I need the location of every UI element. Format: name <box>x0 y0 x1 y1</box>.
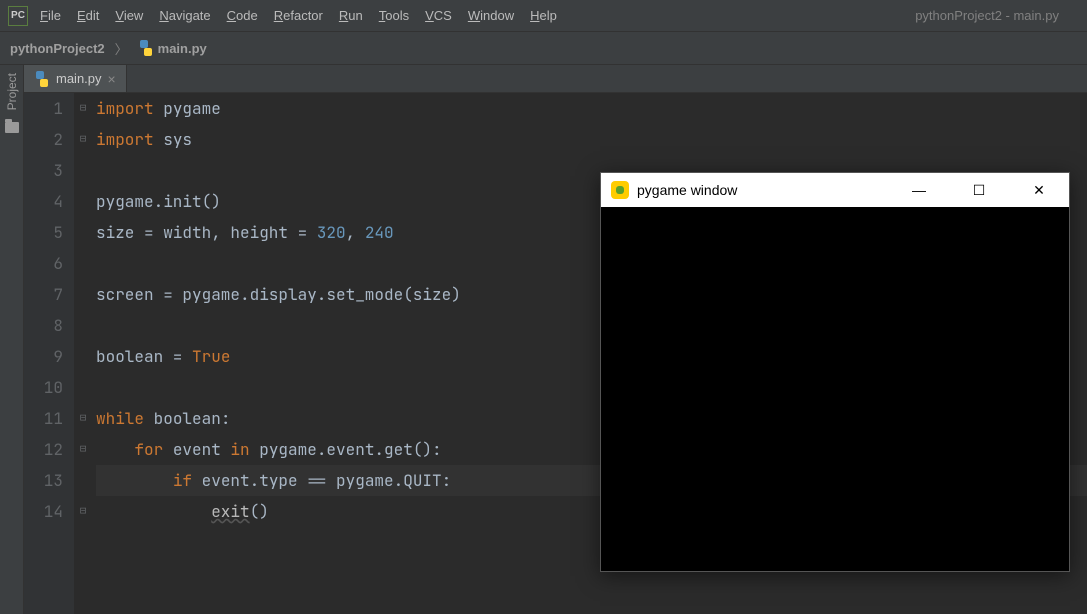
menu-window[interactable]: Window <box>468 8 514 23</box>
pygame-titlebar[interactable]: pygame window — ☐ ✕ <box>601 173 1069 207</box>
fold-toggle[interactable]: ⊟ <box>74 124 92 155</box>
fold-toggle[interactable]: ⊟ <box>74 434 92 465</box>
editor-tabbar: main.py × <box>24 65 1087 93</box>
maximize-button[interactable]: ☐ <box>959 182 999 199</box>
pygame-window: pygame window — ☐ ✕ <box>600 172 1070 572</box>
menu-code[interactable]: Code <box>227 8 258 23</box>
breadcrumb-file-label: main.py <box>158 41 207 56</box>
line-number: 10 <box>24 372 63 403</box>
breadcrumb-project-label: pythonProject2 <box>10 41 105 56</box>
fold-toggle[interactable]: ⊟ <box>74 496 92 527</box>
window-title: pythonProject2 - main.py <box>915 8 1059 23</box>
menu-help[interactable]: Help <box>530 8 557 23</box>
project-tool-button[interactable]: Project <box>5 73 19 110</box>
breadcrumb-file[interactable]: main.py <box>138 40 207 56</box>
editor-tab-main[interactable]: main.py × <box>24 65 127 92</box>
line-number: 8 <box>24 310 63 341</box>
chevron-right-icon: 〉 <box>115 39 128 58</box>
line-number: 1 <box>24 93 63 124</box>
line-number: 6 <box>24 248 63 279</box>
fold-toggle <box>74 310 92 341</box>
folder-icon[interactable] <box>5 122 19 133</box>
menu-refactor[interactable]: Refactor <box>274 8 323 23</box>
line-number: 13 <box>24 465 63 496</box>
menu-file[interactable]: File <box>40 8 61 23</box>
line-number: 7 <box>24 279 63 310</box>
menu-tools[interactable]: Tools <box>379 8 409 23</box>
line-number: 11 <box>24 403 63 434</box>
fold-toggle <box>74 465 92 496</box>
code-line[interactable]: import pygame <box>96 93 1087 124</box>
fold-toggle <box>74 217 92 248</box>
menu-edit[interactable]: Edit <box>77 8 99 23</box>
titlebar: PC File Edit View Navigate Code Refactor Run To… <box>0 0 1087 32</box>
line-number: 5 <box>24 217 63 248</box>
breadcrumb-bar: pythonProject2 〉 main.py <box>0 32 1087 65</box>
fold-gutter: ⊟⊟⊟⊟⊟ <box>74 93 92 614</box>
main-menu: File Edit View Navigate Code Refactor Run Tools… <box>40 8 557 23</box>
line-number: 9 <box>24 341 63 372</box>
close-button[interactable]: ✕ <box>1019 182 1059 199</box>
pycharm-logo-icon: PC <box>8 6 28 26</box>
line-number-gutter: 1234567891011121314 <box>24 93 74 614</box>
line-number: 14 <box>24 496 63 527</box>
python-file-icon <box>34 71 50 87</box>
line-number: 12 <box>24 434 63 465</box>
line-number: 3 <box>24 155 63 186</box>
pygame-app-icon <box>611 181 629 199</box>
tool-window-bar: Project <box>0 65 24 614</box>
fold-toggle <box>74 155 92 186</box>
line-number: 4 <box>24 186 63 217</box>
menu-navigate[interactable]: Navigate <box>159 8 210 23</box>
minimize-button[interactable]: — <box>899 182 939 198</box>
fold-toggle <box>74 248 92 279</box>
fold-toggle <box>74 372 92 403</box>
python-file-icon <box>138 40 154 56</box>
menu-view[interactable]: View <box>115 8 143 23</box>
line-number: 2 <box>24 124 63 155</box>
fold-toggle[interactable]: ⊟ <box>74 403 92 434</box>
fold-toggle[interactable]: ⊟ <box>74 93 92 124</box>
code-line[interactable]: import sys <box>96 124 1087 155</box>
fold-toggle <box>74 186 92 217</box>
pygame-window-title: pygame window <box>637 182 737 198</box>
menu-run[interactable]: Run <box>339 8 363 23</box>
close-tab-icon[interactable]: × <box>108 71 116 87</box>
breadcrumb-project[interactable]: pythonProject2 <box>10 41 105 56</box>
menu-vcs[interactable]: VCS <box>425 8 452 23</box>
fold-toggle <box>74 279 92 310</box>
fold-toggle <box>74 341 92 372</box>
editor-tab-label: main.py <box>56 71 102 86</box>
